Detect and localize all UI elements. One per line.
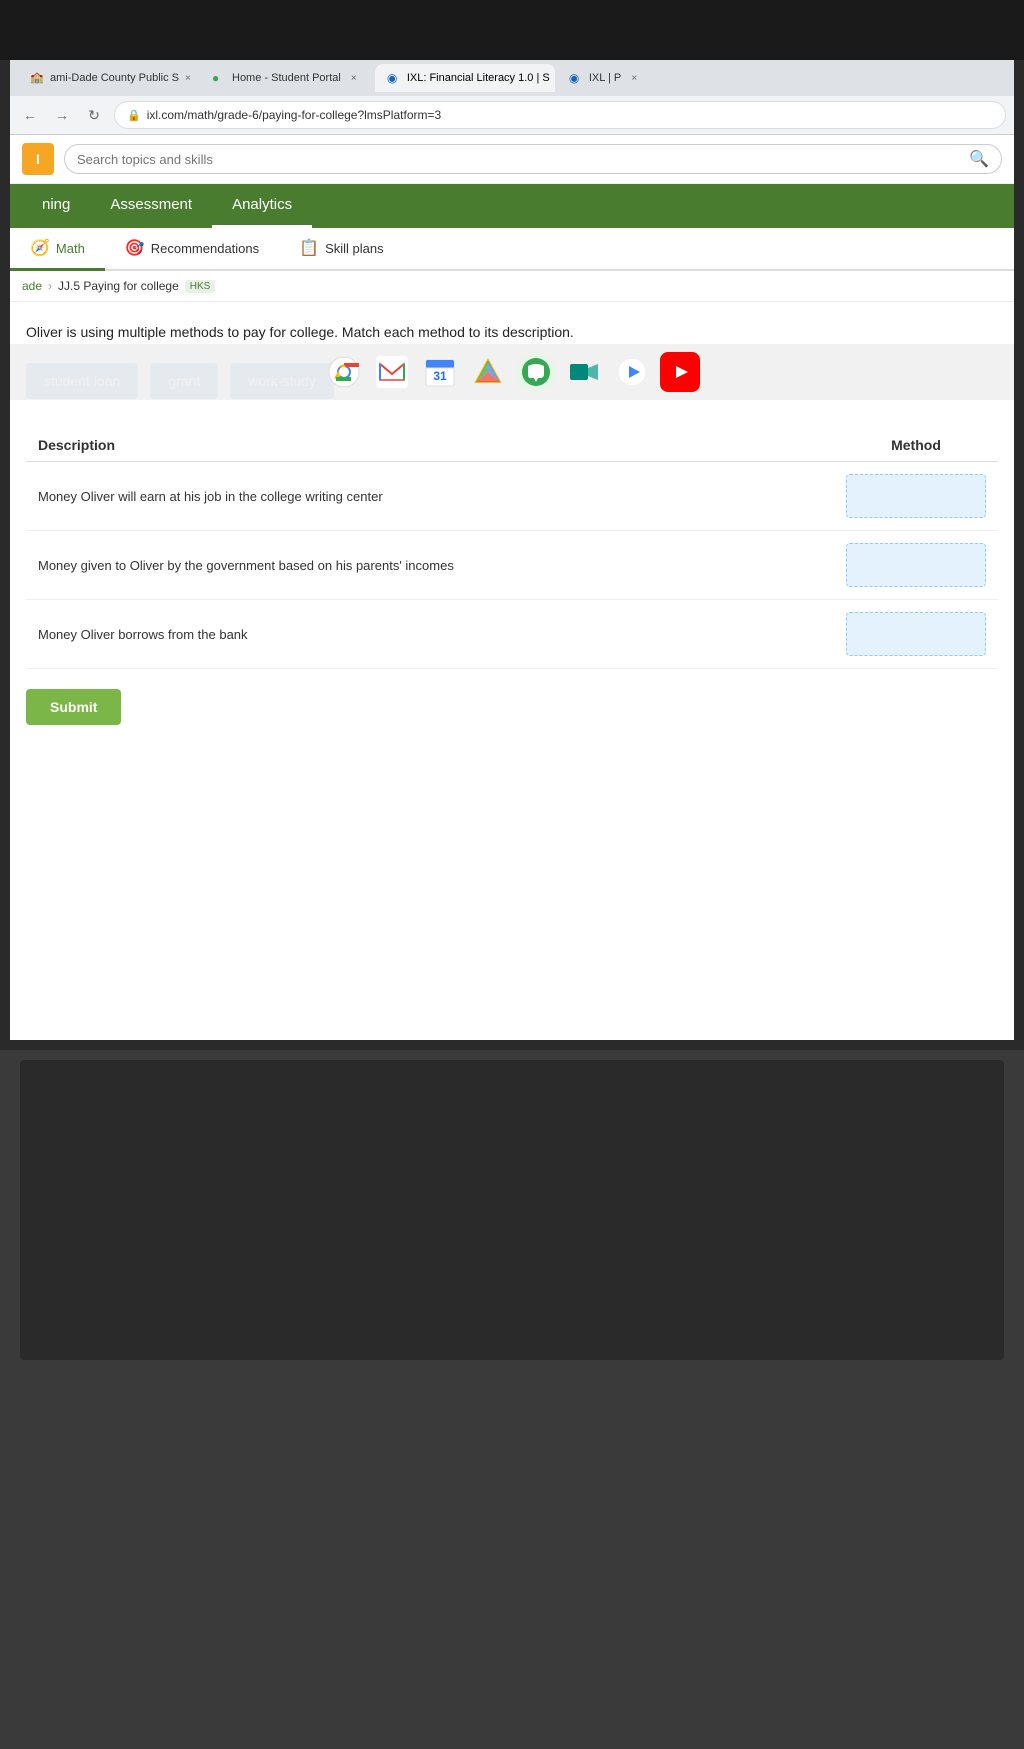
tab-ixl2[interactable]: ◉ IXL | P × (557, 64, 653, 92)
taskbar-drive[interactable] (468, 352, 508, 392)
breadcrumb-separator: › (48, 279, 52, 293)
match-table: Description Method Money Oliver will ear… (26, 429, 998, 669)
tab-ixl-favicon: ◉ (387, 71, 401, 85)
tab-ixl2-favicon: ◉ (569, 71, 583, 85)
svg-text:31: 31 (433, 369, 447, 383)
browser-chrome: 🏫 ami-Dade County Public S × ● Home - St… (10, 60, 1014, 135)
taskbar-chrome[interactable] (324, 352, 364, 392)
taskbar: 31 (10, 344, 1014, 400)
row1-description: Money Oliver will earn at his job in the… (26, 462, 834, 531)
search-input[interactable] (77, 152, 961, 167)
col-header-method: Method (834, 429, 998, 462)
ixl-page: I 🔍 ning Assessment Analytics 🧭 Math (10, 135, 1014, 745)
lock-icon: 🔒 (127, 109, 141, 122)
laptop-keyboard (20, 1060, 1004, 1360)
taskbar-meet[interactable] (564, 352, 604, 392)
main-nav: ning Assessment Analytics (10, 184, 1014, 228)
url-text: ixl.com/math/grade-6/paying-for-college?… (147, 108, 441, 122)
breadcrumb-badge: HKS (185, 280, 216, 293)
tab-portal-label: Home - Student Portal (232, 72, 341, 84)
search-icon: 🔍 (969, 149, 989, 169)
submit-button[interactable]: Submit (26, 689, 121, 725)
taskbar-play[interactable] (612, 352, 652, 392)
tab-ixl-active[interactable]: ◉ IXL: Financial Literacy 1.0 | S × (375, 64, 555, 92)
tab-bar: 🏫 ami-Dade County Public S × ● Home - St… (10, 60, 1014, 96)
row3-description: Money Oliver borrows from the bank (26, 600, 834, 669)
tab-portal[interactable]: ● Home - Student Portal × (200, 64, 373, 92)
address-bar-row: ← → ↻ 🔒 ixl.com/math/grade-6/paying-for-… (10, 96, 1014, 134)
nav-tab-analytics[interactable]: Analytics (212, 184, 312, 228)
tab-dade-favicon: 🏫 (30, 71, 44, 85)
math-icon: 🧭 (30, 238, 50, 258)
table-row: Money Oliver borrows from the bank (26, 600, 998, 669)
row3-drop-zone[interactable] (834, 600, 998, 669)
taskbar-messages[interactable] (516, 352, 556, 392)
question-text: Oliver is using multiple methods to pay … (26, 322, 998, 343)
breadcrumb-current: JJ.5 Paying for college (58, 279, 179, 293)
taskbar-youtube[interactable] (660, 352, 700, 392)
sub-tab-math[interactable]: 🧭 Math (10, 228, 105, 271)
ixl-logo: I (22, 143, 54, 175)
nav-tab-learning[interactable]: ning (22, 184, 90, 228)
refresh-button[interactable]: ↻ (82, 103, 106, 127)
tab-portal-close[interactable]: × (347, 71, 361, 85)
tab-ixl2-close[interactable]: × (627, 71, 641, 85)
drop-zone-3[interactable] (846, 612, 986, 656)
forward-button[interactable]: → (50, 103, 74, 127)
tab-dade[interactable]: 🏫 ami-Dade County Public S × (18, 64, 198, 92)
sub-tab-skill-plans[interactable]: 📋 Skill plans (279, 228, 403, 271)
sub-tab-recommendations[interactable]: 🎯 Recommendations (105, 228, 279, 271)
bezel-top (0, 0, 1024, 60)
skill-plans-icon: 📋 (299, 238, 319, 258)
recommendations-icon: 🎯 (125, 238, 145, 258)
drop-zone-2[interactable] (846, 543, 986, 587)
tab-ixl-label: IXL: Financial Literacy 1.0 | S (407, 72, 550, 84)
tab-dade-label: ami-Dade County Public S (50, 72, 179, 84)
search-bar: I 🔍 (10, 135, 1014, 184)
row2-drop-zone[interactable] (834, 531, 998, 600)
back-button[interactable]: ← (18, 103, 42, 127)
screen: 🏫 ami-Dade County Public S × ● Home - St… (10, 60, 1014, 1040)
breadcrumb-parent[interactable]: ade (22, 279, 42, 293)
tab-portal-favicon: ● (212, 71, 226, 85)
nav-tab-assessment[interactable]: Assessment (90, 184, 212, 228)
row2-description: Money given to Oliver by the government … (26, 531, 834, 600)
col-header-description: Description (26, 429, 834, 462)
breadcrumb: ade › JJ.5 Paying for college HKS (10, 271, 1014, 302)
table-row: Money given to Oliver by the government … (26, 531, 998, 600)
search-input-wrapper[interactable]: 🔍 (64, 144, 1002, 174)
tab-ixl2-label: IXL | P (589, 72, 621, 84)
tab-dade-close[interactable]: × (185, 71, 191, 85)
sub-tabs: 🧭 Math 🎯 Recommendations 📋 Skill plans (10, 228, 1014, 271)
table-row: Money Oliver will earn at his job in the… (26, 462, 998, 531)
taskbar-gmail[interactable] (372, 352, 412, 392)
address-bar[interactable]: 🔒 ixl.com/math/grade-6/paying-for-colleg… (114, 101, 1006, 129)
taskbar-calendar[interactable]: 31 (420, 352, 460, 392)
row1-drop-zone[interactable] (834, 462, 998, 531)
drop-zone-1[interactable] (846, 474, 986, 518)
